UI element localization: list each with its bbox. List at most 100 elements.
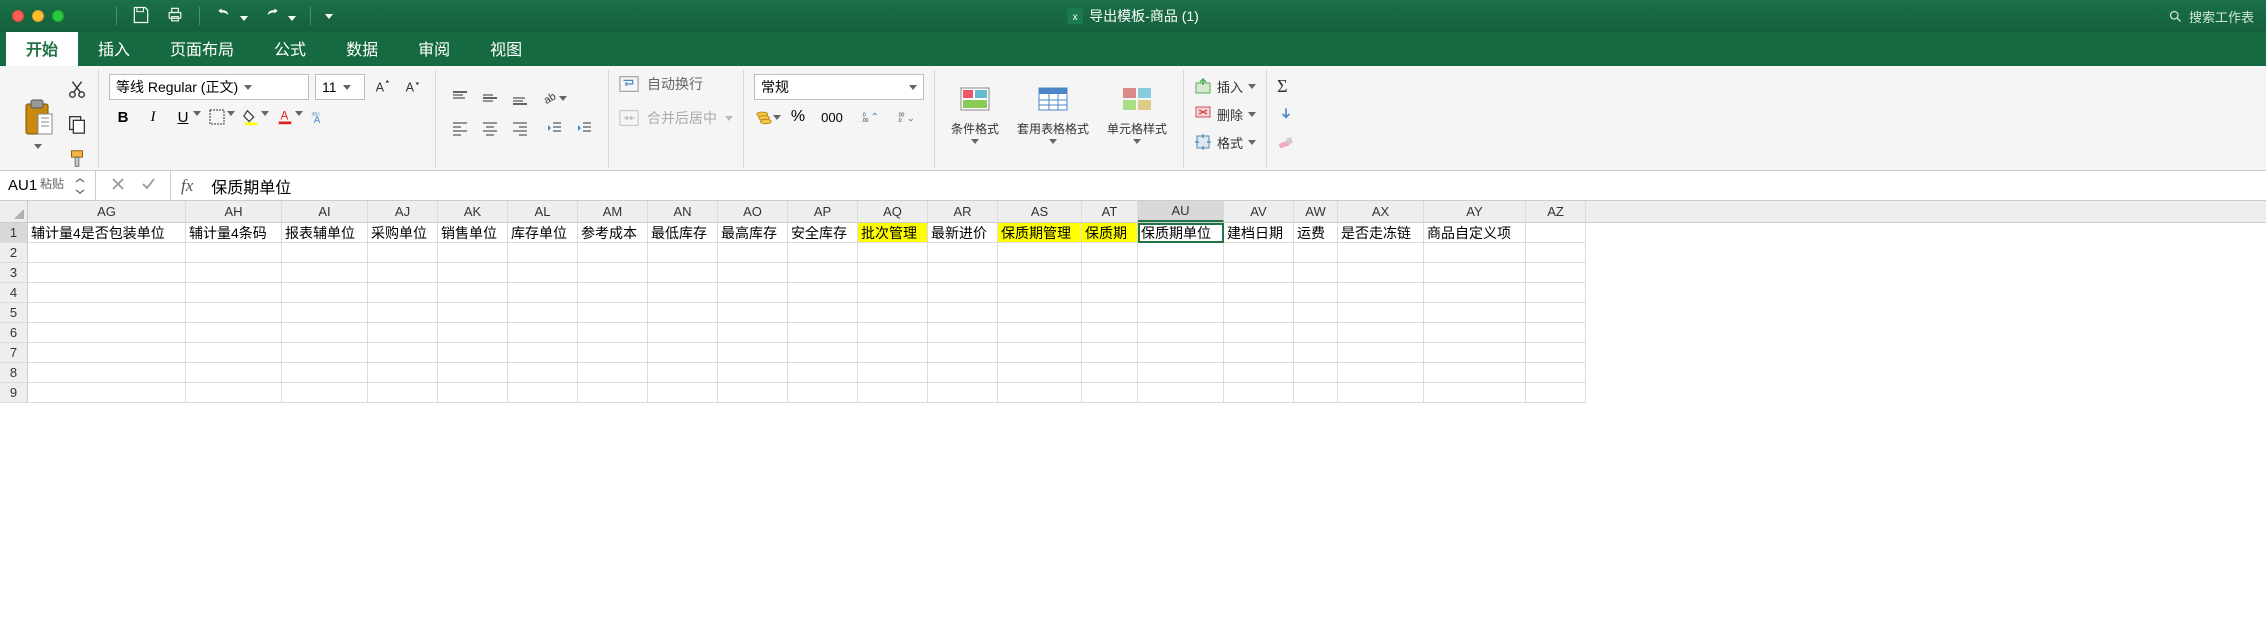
tab-review[interactable]: 审阅 <box>398 28 470 66</box>
cell[interactable] <box>1294 283 1338 303</box>
orientation-button[interactable]: ab <box>540 85 568 111</box>
cell[interactable] <box>578 363 648 383</box>
cell[interactable] <box>508 243 578 263</box>
number-format-select[interactable]: 常规 <box>754 74 924 100</box>
cell[interactable] <box>1424 303 1526 323</box>
cell[interactable] <box>1338 383 1424 403</box>
cell[interactable] <box>28 383 186 403</box>
font-name-select[interactable]: 等线 Regular (正文) <box>109 74 309 100</box>
cell[interactable] <box>1526 363 1586 383</box>
conditional-formatting-button[interactable]: 条件格式 <box>945 80 1005 146</box>
column-header[interactable]: AN <box>648 201 718 222</box>
cell[interactable] <box>1338 303 1424 323</box>
row-header[interactable]: 5 <box>0 303 28 323</box>
cell[interactable] <box>508 323 578 343</box>
cell[interactable] <box>788 323 858 343</box>
column-header[interactable]: AO <box>718 201 788 222</box>
cell[interactable] <box>998 243 1082 263</box>
minimize-window-button[interactable] <box>32 10 44 22</box>
paste-button[interactable] <box>16 96 60 151</box>
cell[interactable] <box>718 303 788 323</box>
merge-center-button[interactable]: 合并后居中 <box>619 108 733 128</box>
column-header[interactable]: AQ <box>858 201 928 222</box>
cell[interactable] <box>1294 303 1338 323</box>
cell[interactable]: 运费 <box>1294 223 1338 243</box>
cell[interactable] <box>186 263 282 283</box>
cell[interactable] <box>578 303 648 323</box>
cell[interactable] <box>928 263 998 283</box>
tab-page-layout[interactable]: 页面布局 <box>150 28 254 66</box>
cell[interactable] <box>788 383 858 403</box>
cell[interactable] <box>438 243 508 263</box>
cell[interactable] <box>1082 363 1138 383</box>
formula-input[interactable]: 保质期单位 <box>203 174 2266 198</box>
decrease-font-size-button[interactable]: A <box>397 74 425 100</box>
cell[interactable] <box>28 343 186 363</box>
cell[interactable] <box>1294 363 1338 383</box>
cell[interactable] <box>1224 263 1294 283</box>
cell[interactable] <box>1526 283 1586 303</box>
align-top-button[interactable] <box>446 85 474 111</box>
cell[interactable] <box>508 263 578 283</box>
cell[interactable] <box>186 343 282 363</box>
cell[interactable] <box>648 383 718 403</box>
cell[interactable] <box>282 303 368 323</box>
cell[interactable] <box>788 283 858 303</box>
cell[interactable] <box>368 243 438 263</box>
cell[interactable] <box>368 283 438 303</box>
cell[interactable] <box>508 363 578 383</box>
cell[interactable] <box>1424 363 1526 383</box>
cancel-formula-button[interactable] <box>110 176 126 195</box>
cell[interactable] <box>648 283 718 303</box>
close-window-button[interactable] <box>12 10 24 22</box>
row-header[interactable]: 7 <box>0 343 28 363</box>
cell[interactable] <box>858 263 928 283</box>
cell[interactable] <box>928 303 998 323</box>
cell[interactable] <box>1424 323 1526 343</box>
cell[interactable] <box>718 243 788 263</box>
cell[interactable] <box>438 343 508 363</box>
cell[interactable] <box>1294 263 1338 283</box>
cell[interactable] <box>186 363 282 383</box>
cell[interactable] <box>928 283 998 303</box>
column-header[interactable]: AY <box>1424 201 1526 222</box>
cell[interactable] <box>858 363 928 383</box>
tab-home[interactable]: 开始 <box>6 28 78 66</box>
cell[interactable] <box>368 303 438 323</box>
format-painter-button[interactable] <box>66 148 88 173</box>
column-header[interactable]: AV <box>1224 201 1294 222</box>
column-header[interactable]: AW <box>1294 201 1338 222</box>
cell[interactable]: 是否走冻链 <box>1338 223 1424 243</box>
cell[interactable]: 建档日期 <box>1224 223 1294 243</box>
row-header[interactable]: 8 <box>0 363 28 383</box>
cell[interactable] <box>998 383 1082 403</box>
cell[interactable] <box>438 383 508 403</box>
bold-button[interactable]: B <box>109 104 137 130</box>
cell[interactable] <box>788 363 858 383</box>
column-header[interactable]: AX <box>1338 201 1424 222</box>
cell[interactable] <box>282 283 368 303</box>
cell[interactable] <box>508 283 578 303</box>
cell[interactable] <box>368 343 438 363</box>
row-header[interactable]: 4 <box>0 283 28 303</box>
cell[interactable] <box>578 383 648 403</box>
cell[interactable] <box>718 363 788 383</box>
row-header[interactable]: 2 <box>0 243 28 263</box>
column-header[interactable]: AT <box>1082 201 1138 222</box>
currency-button[interactable] <box>754 104 782 130</box>
cell[interactable] <box>1526 263 1586 283</box>
column-header[interactable]: AZ <box>1526 201 1586 222</box>
cell[interactable] <box>1338 243 1424 263</box>
cell[interactable] <box>1294 383 1338 403</box>
insert-cells-button[interactable]: 插入 <box>1194 74 1256 98</box>
cell[interactable] <box>998 343 1082 363</box>
tab-insert[interactable]: 插入 <box>78 28 150 66</box>
cell[interactable] <box>186 323 282 343</box>
cell[interactable] <box>858 343 928 363</box>
cell[interactable] <box>1526 323 1586 343</box>
comma-button[interactable]: 000 <box>814 104 850 130</box>
format-cells-button[interactable]: 格式 <box>1194 130 1256 154</box>
cell[interactable] <box>648 263 718 283</box>
cell[interactable] <box>928 343 998 363</box>
cell[interactable] <box>1138 263 1224 283</box>
